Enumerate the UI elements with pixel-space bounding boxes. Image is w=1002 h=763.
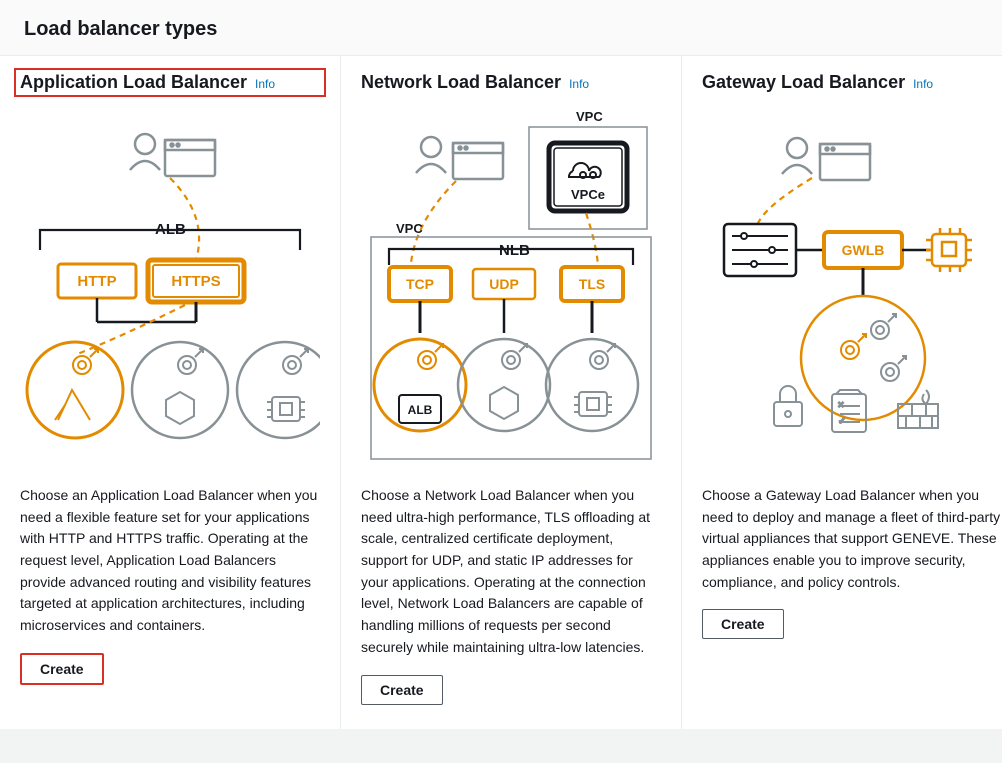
nlb-create-button[interactable]: Create bbox=[361, 675, 443, 705]
card-alb: Application Load Balancer Info bbox=[0, 56, 341, 729]
card-gwlb: Gateway Load Balancer Info bbox=[682, 56, 1002, 729]
alb-title: Application Load Balancer bbox=[20, 72, 247, 93]
hexagon-icon bbox=[166, 392, 194, 424]
firewall-icon bbox=[898, 390, 938, 428]
page: Load balancer types Application Load Bal… bbox=[0, 0, 1002, 729]
alb-info-link[interactable]: Info bbox=[255, 77, 275, 91]
nlb-lb-label: NLB bbox=[499, 242, 530, 259]
chip-icon bbox=[574, 392, 612, 416]
nlb-desc: Choose a Network Load Balancer when you … bbox=[361, 485, 661, 659]
nlb-info-link[interactable]: Info bbox=[569, 77, 589, 91]
nlb-proto-tcp: TCP bbox=[406, 276, 434, 292]
nlb-target-alb-label: ALB bbox=[408, 403, 433, 417]
nlb-diagram: VPC VPCe VPC bbox=[361, 107, 661, 467]
nlb-proto-udp: UDP bbox=[489, 276, 519, 292]
cards-container: Application Load Balancer Info bbox=[0, 56, 1002, 729]
hexagon-icon bbox=[490, 387, 518, 419]
alb-title-highlight: Application Load Balancer Info bbox=[14, 68, 326, 97]
gwlb-diagram: GWLB bbox=[702, 107, 1002, 467]
alb-proto-http: HTTP bbox=[77, 273, 116, 290]
alb-proto-https: HTTPS bbox=[171, 273, 220, 290]
gwlb-create-button[interactable]: Create bbox=[702, 609, 784, 639]
svg-text:✓: ✓ bbox=[838, 416, 846, 427]
alb-desc: Choose an Application Load Balancer when… bbox=[20, 485, 320, 637]
chip-icon bbox=[267, 397, 305, 421]
target-icon bbox=[73, 349, 98, 374]
target-icon bbox=[178, 349, 203, 374]
gwlb-lb-label: GWLB bbox=[842, 242, 885, 258]
nlb-vpc-label-1: VPC bbox=[576, 109, 603, 124]
alb-lb-label: ALB bbox=[155, 221, 186, 238]
lambda-icon bbox=[55, 390, 90, 420]
nlb-vpce-label: VPCe bbox=[571, 187, 605, 202]
chip-icon bbox=[926, 228, 972, 272]
gwlb-info-link[interactable]: Info bbox=[913, 77, 933, 91]
card-nlb: Network Load Balancer Info bbox=[341, 56, 682, 729]
lock-icon bbox=[774, 386, 802, 426]
svg-text:×: × bbox=[838, 400, 844, 411]
checklist-icon: × ✓ bbox=[832, 390, 866, 432]
page-title: Load balancer types bbox=[24, 18, 978, 41]
nlb-title: Network Load Balancer bbox=[361, 72, 561, 93]
gwlb-desc: Choose a Gateway Load Balancer when you … bbox=[702, 485, 1002, 593]
alb-create-button[interactable]: Create bbox=[20, 653, 104, 685]
header: Load balancer types bbox=[0, 0, 1002, 56]
target-icon bbox=[283, 349, 308, 374]
gwlb-title: Gateway Load Balancer bbox=[702, 72, 905, 93]
nlb-vpc-label-2: VPC bbox=[396, 221, 423, 236]
nlb-proto-tls: TLS bbox=[579, 276, 605, 292]
alb-diagram: ALB HTTP HTTPS bbox=[20, 107, 320, 467]
